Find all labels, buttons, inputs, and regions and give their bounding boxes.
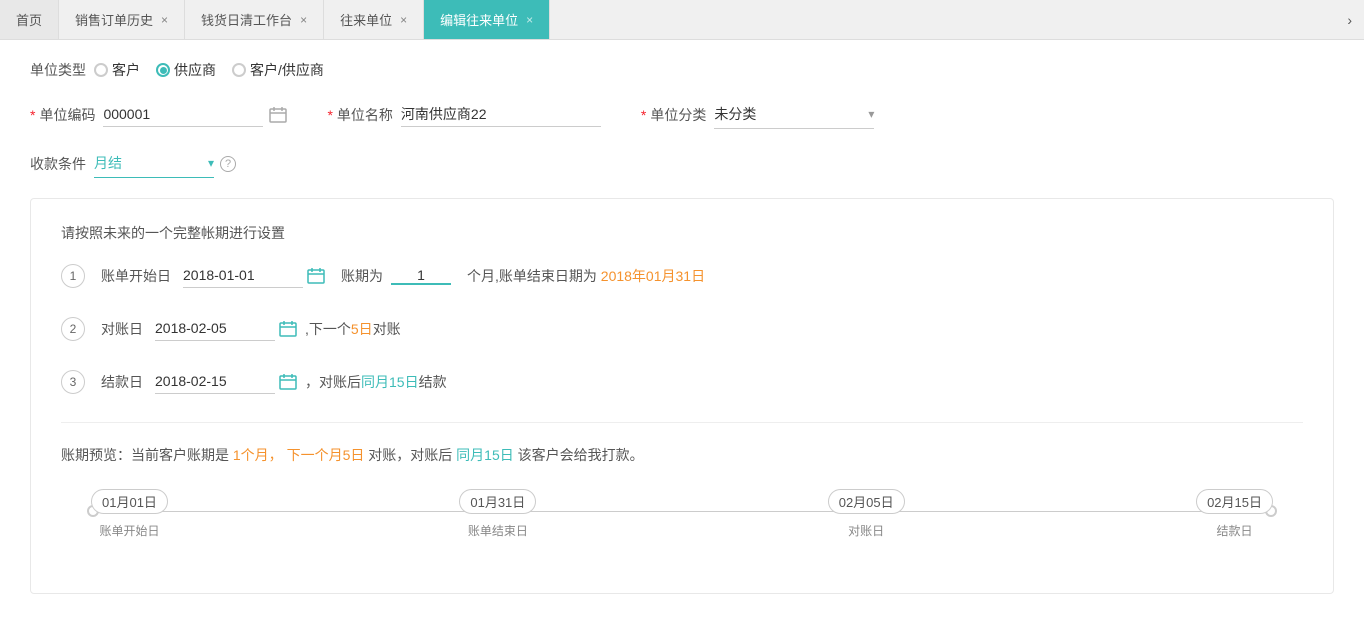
tl-point-3: 02月15日 结款日 bbox=[1196, 489, 1273, 539]
radio-circle-both bbox=[232, 63, 246, 77]
preview-review-day: 下一个月5日 bbox=[287, 447, 365, 463]
period-desc-3: ，对账后同月15日结款 bbox=[305, 372, 447, 392]
tab-close-icon[interactable]: × bbox=[161, 13, 168, 27]
bill-end-date-highlight: 2018年01月31日 bbox=[601, 268, 705, 284]
radio-label-customer: 客户 bbox=[112, 60, 140, 80]
tl-badge-1: 01月31日 bbox=[459, 489, 536, 514]
tab-edit-partner[interactable]: 编辑往来单位 × bbox=[424, 0, 550, 39]
calendar-icon-1[interactable] bbox=[307, 267, 325, 285]
period-label-1: 账单开始日 bbox=[101, 266, 171, 286]
unit-category-select[interactable]: 未分类 ▾ bbox=[714, 100, 874, 129]
unit-type-row: 单位类型 客户 供应商 客户/供应商 bbox=[30, 60, 1334, 80]
date-input-2[interactable] bbox=[155, 316, 275, 341]
help-icon[interactable]: ? bbox=[220, 156, 236, 172]
period-row-2: 2 对账日 ,下一个5日对账 bbox=[61, 316, 1303, 345]
tab-partner-units[interactable]: 往来单位 × bbox=[324, 0, 424, 39]
unit-code-group: * 单位编码 bbox=[30, 102, 287, 127]
payment-label: 收款条件 bbox=[30, 154, 86, 174]
tl-label-1: 账单结束日 bbox=[468, 522, 528, 539]
date-input-1[interactable] bbox=[183, 263, 303, 288]
period-row-3: 3 结款日 ，对账后同月15日结款 bbox=[61, 369, 1303, 398]
date-input-3[interactable] bbox=[155, 369, 275, 394]
unit-category-value: 未分类 bbox=[714, 104, 862, 124]
chevron-down-icon: ▾ bbox=[868, 107, 874, 121]
tl-label-0: 账单开始日 bbox=[99, 522, 159, 539]
preview-payment-day: 同月15日 bbox=[456, 447, 514, 463]
tl-label-3: 结款日 bbox=[1217, 522, 1253, 539]
section-title: 请按照未来的一个完整帐期进行设置 bbox=[61, 223, 1303, 243]
period-separator-1: 账期为 bbox=[341, 266, 383, 286]
tab-close-icon[interactable]: × bbox=[400, 13, 407, 27]
calendar-icon-2[interactable] bbox=[279, 320, 297, 338]
preview-mid: 对账，对账后 bbox=[368, 447, 452, 463]
period-label-3: 结款日 bbox=[101, 372, 143, 392]
unit-name-group: * 单位名称 bbox=[327, 102, 600, 127]
tab-sales-order-history[interactable]: 销售订单历史 × bbox=[59, 0, 185, 39]
unit-name-input[interactable] bbox=[401, 102, 601, 127]
unit-type-label: 单位类型 bbox=[30, 60, 86, 80]
preview-month: 1个月， bbox=[233, 447, 283, 463]
payment-day-highlight: 同月15日 bbox=[361, 374, 419, 390]
period-num-1: 1 bbox=[61, 264, 85, 288]
radio-label-both: 客户/供应商 bbox=[250, 60, 324, 80]
period-suffix-1: 个月,账单结束日期为 2018年01月31日 bbox=[467, 266, 705, 286]
radio-customer[interactable]: 客户 bbox=[94, 60, 140, 80]
unit-category-group: * 单位分类 未分类 ▾ bbox=[641, 100, 874, 129]
radio-supplier[interactable]: 供应商 bbox=[156, 60, 216, 80]
tab-more-button[interactable]: › bbox=[1335, 0, 1364, 39]
timeline-points: 01月01日 账单开始日 01月31日 账单结束日 02月05日 对账日 02月… bbox=[61, 489, 1303, 539]
unit-code-label: 单位编码 bbox=[39, 105, 95, 125]
tl-badge-3: 02月15日 bbox=[1196, 489, 1273, 514]
month-count-input[interactable] bbox=[391, 267, 451, 285]
tab-cash-work[interactable]: 钱货日清工作台 × bbox=[185, 0, 324, 39]
tab-bar: 首页 销售订单历史 × 钱货日清工作台 × 往来单位 × 编辑往来单位 × › bbox=[0, 0, 1364, 40]
tab-label: 编辑往来单位 bbox=[440, 10, 518, 29]
radio-label-supplier: 供应商 bbox=[174, 60, 216, 80]
radio-dot-supplier bbox=[160, 67, 167, 74]
timeline: 01月01日 账单开始日 01月31日 账单结束日 02月05日 对账日 02月… bbox=[61, 489, 1303, 569]
preview-label: 账期预览：当前客户账期是 bbox=[61, 447, 229, 463]
tab-close-icon[interactable]: × bbox=[526, 13, 533, 27]
preview-bar: 账期预览：当前客户账期是 1个月， 下一个月5日 对账，对账后 同月15日 该客… bbox=[61, 431, 1303, 479]
calendar-icon-code[interactable] bbox=[269, 106, 287, 124]
chevron-down-payment-icon: ▾ bbox=[208, 156, 214, 170]
preview-end: 该客户会给我打款。 bbox=[518, 447, 644, 463]
period-label-2: 对账日 bbox=[101, 319, 143, 339]
tl-point-0: 01月01日 账单开始日 bbox=[91, 489, 168, 539]
payment-value: 月结 bbox=[94, 153, 202, 173]
tab-home[interactable]: 首页 bbox=[0, 0, 59, 39]
review-day-highlight: 5日 bbox=[351, 321, 373, 337]
unit-fields-row: * 单位编码 * 单位名称 * 单位分类 未分类 ▾ bbox=[30, 100, 1334, 129]
tl-point-1: 01月31日 账单结束日 bbox=[459, 489, 536, 539]
required-star-code: * bbox=[30, 107, 35, 123]
radio-circle-supplier bbox=[156, 63, 170, 77]
calendar-icon-3[interactable] bbox=[279, 373, 297, 391]
tab-label: 往来单位 bbox=[340, 10, 392, 29]
unit-type-radio-group: 客户 供应商 客户/供应商 bbox=[94, 60, 324, 80]
required-star-name: * bbox=[327, 107, 332, 123]
payment-row: 收款条件 月结 ▾ ? bbox=[30, 149, 1334, 178]
period-row-1: 1 账单开始日 账期为 个月,账单结束日期为 2018年01月31日 bbox=[61, 263, 1303, 292]
tab-close-icon[interactable]: × bbox=[300, 13, 307, 27]
radio-both[interactable]: 客户/供应商 bbox=[232, 60, 324, 80]
tab-home-label: 首页 bbox=[16, 10, 42, 29]
period-desc-2: ,下一个5日对账 bbox=[305, 319, 401, 339]
tab-label: 钱货日清工作台 bbox=[201, 10, 292, 29]
period-section: 请按照未来的一个完整帐期进行设置 1 账单开始日 账期为 个月,账单结束日期为 … bbox=[30, 198, 1334, 594]
unit-name-label: 单位名称 bbox=[337, 105, 393, 125]
tl-badge-2: 02月05日 bbox=[828, 489, 905, 514]
tl-label-2: 对账日 bbox=[848, 522, 884, 539]
radio-circle-customer bbox=[94, 63, 108, 77]
unit-category-label: 单位分类 bbox=[650, 105, 706, 125]
tab-label: 销售订单历史 bbox=[75, 10, 153, 29]
period-num-3: 3 bbox=[61, 370, 85, 394]
period-num-2: 2 bbox=[61, 317, 85, 341]
tl-badge-0: 01月01日 bbox=[91, 489, 168, 514]
payment-select[interactable]: 月结 ▾ bbox=[94, 149, 214, 178]
tl-point-2: 02月05日 对账日 bbox=[828, 489, 905, 539]
main-content: 单位类型 客户 供应商 客户/供应商 * 单位编码 bbox=[0, 40, 1364, 634]
unit-code-input[interactable] bbox=[103, 102, 263, 127]
required-star-cat: * bbox=[641, 107, 646, 123]
